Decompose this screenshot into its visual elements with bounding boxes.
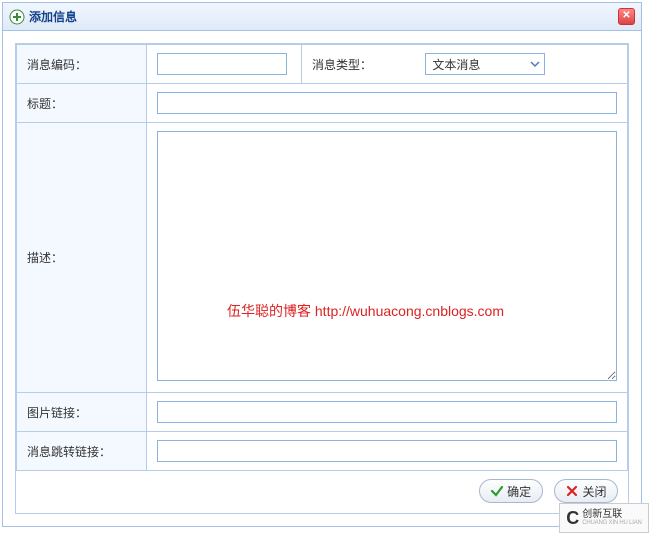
msg-type-select[interactable]: 文本消息 [425, 53, 545, 75]
ok-button-label: 确定 [507, 483, 531, 500]
dialog-body: 消息编码： 消息类型： 文本消息 [3, 31, 641, 526]
check-icon [490, 484, 504, 498]
chevron-down-icon [526, 54, 544, 74]
dialog-title: 添加信息 [29, 8, 77, 25]
logo-cn-text: 创新互联 [582, 510, 641, 520]
title-bar: 添加信息 ✕ [3, 3, 641, 31]
msg-type-label: 消息类型： [312, 56, 422, 73]
dialog-window: 添加信息 ✕ 消息编码： 消息类型： 文本消息 [2, 2, 642, 527]
close-icon[interactable]: ✕ [618, 8, 635, 25]
close-button-label: 关闭 [582, 483, 606, 500]
image-link-input[interactable] [157, 401, 617, 423]
ok-button[interactable]: 确定 [479, 479, 543, 503]
title-input[interactable] [157, 92, 617, 114]
redirect-link-label: 消息跳转链接： [17, 432, 147, 471]
form-panel: 消息编码： 消息类型： 文本消息 [15, 43, 629, 514]
msg-type-value: 文本消息 [426, 56, 526, 73]
button-bar: 确定 关闭 [16, 471, 628, 513]
image-link-label: 图片链接： [17, 393, 147, 432]
brand-logo: C 创新互联 CHUANG XIN HU LIAN [559, 503, 649, 533]
logo-en-text: CHUANG XIN HU LIAN [582, 520, 641, 526]
msg-code-input[interactable] [157, 53, 287, 75]
x-icon [565, 484, 579, 498]
msg-code-label: 消息编码： [17, 45, 147, 84]
desc-label: 描述： [17, 123, 147, 393]
desc-textarea[interactable] [157, 131, 617, 381]
redirect-link-input[interactable] [157, 440, 617, 462]
title-label: 标题： [17, 84, 147, 123]
add-icon [9, 9, 25, 25]
close-button[interactable]: 关闭 [554, 479, 618, 503]
form-table: 消息编码： 消息类型： 文本消息 [16, 44, 628, 471]
logo-mark: C [566, 508, 579, 529]
